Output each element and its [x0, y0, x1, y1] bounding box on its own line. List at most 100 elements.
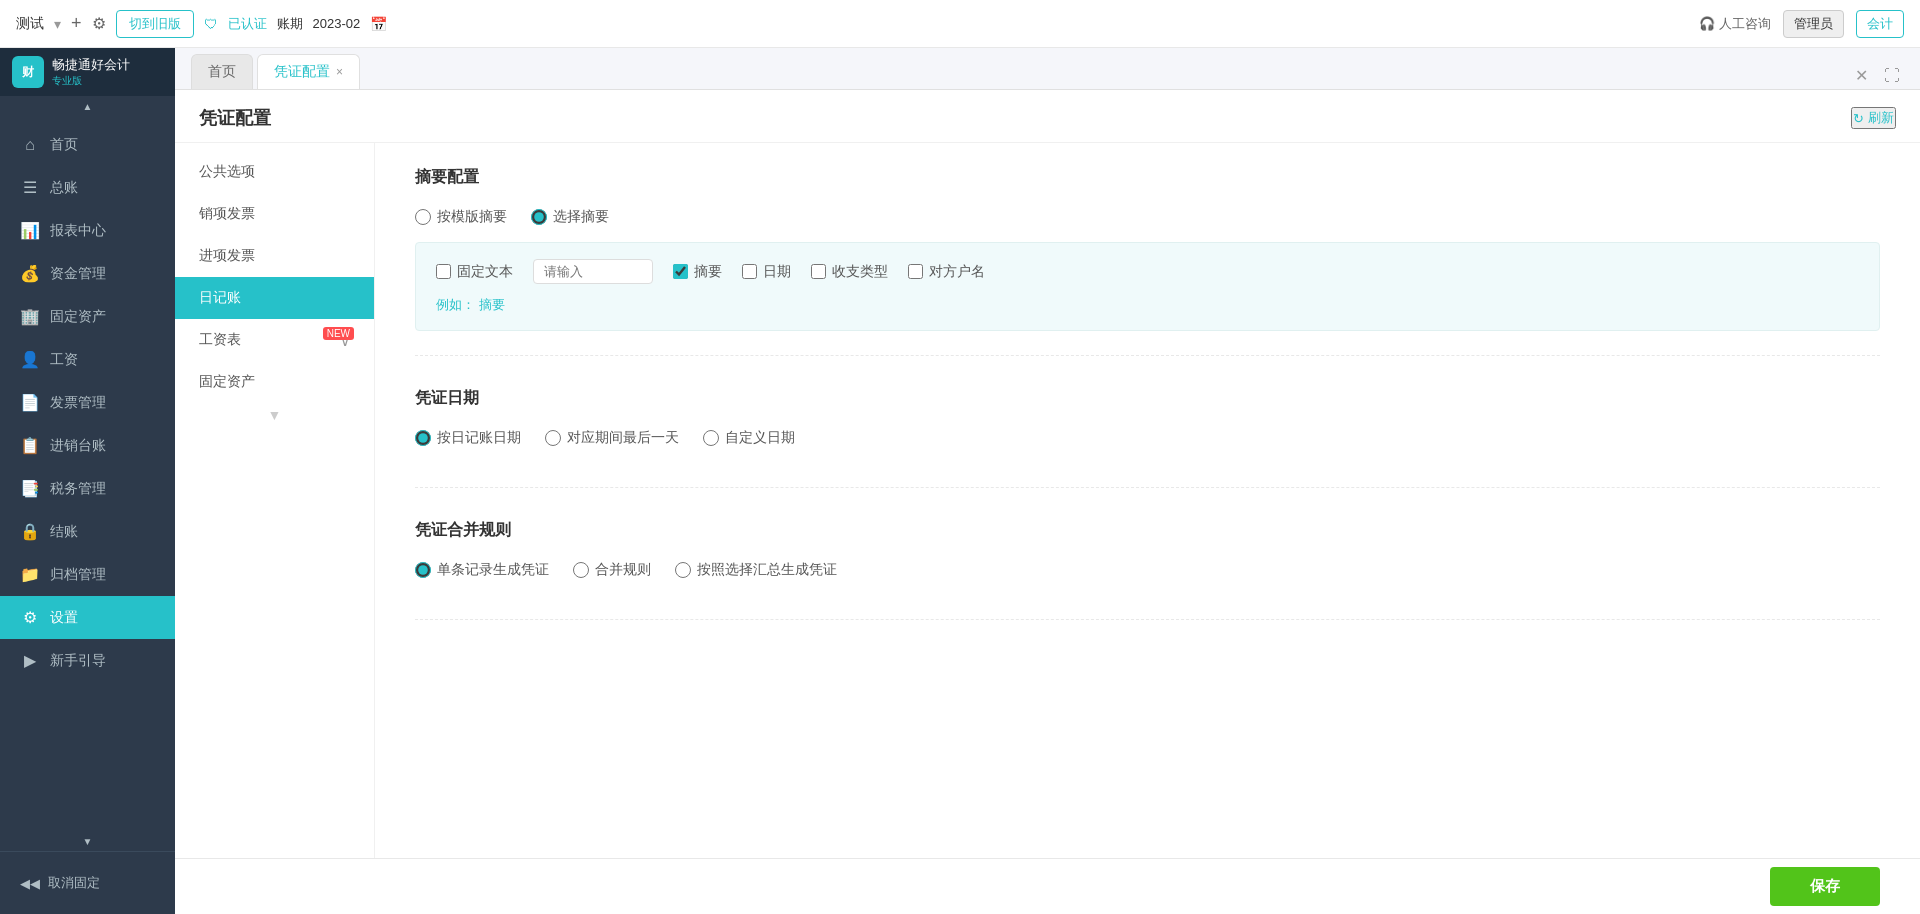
radio-custom-date[interactable]: 自定义日期: [703, 429, 795, 447]
salary-icon: 👤: [20, 350, 40, 369]
page-content: 凭证配置 ↻ 刷新 公共选项 销项发票 进项发票: [175, 90, 1920, 914]
sidebar-logo: 财 畅捷通好会计 专业版: [0, 48, 175, 96]
checkbox-summary[interactable]: 摘要: [673, 263, 722, 281]
menu-item-sales-invoice[interactable]: 销项发票: [175, 193, 374, 235]
radio-summary-generate[interactable]: 按照选择汇总生成凭证: [675, 561, 837, 579]
sidebar-item-capital[interactable]: 💰 资金管理: [0, 252, 175, 295]
unpin-icon: ◀◀: [20, 876, 40, 891]
gear-icon[interactable]: ⚙: [92, 14, 106, 33]
voucher-date-section: 凭证日期 按日记账日期 对应期间最后一天: [415, 388, 1880, 488]
checkbox-fixed-text[interactable]: 固定文本: [436, 263, 513, 281]
checkbox-counterparty[interactable]: 对方户名: [908, 263, 985, 281]
inner-layout: 公共选项 销项发票 进项发票 日记账 工资表 NEW: [175, 143, 1920, 858]
sidebar-bottom: ◀◀ 取消固定: [0, 851, 175, 914]
scroll-up-indicator[interactable]: ▲: [0, 96, 175, 116]
sidebar-item-salary[interactable]: 👤 工资: [0, 338, 175, 381]
sidebar-item-home[interactable]: ⌂ 首页: [0, 124, 175, 166]
scroll-down-indicator[interactable]: ▼: [0, 831, 175, 851]
menu-item-purchase-invoice[interactable]: 进项发票: [175, 235, 374, 277]
radio-single-input[interactable]: [415, 562, 431, 578]
merge-rules-radio-group: 单条记录生成凭证 合并规则 按照选择汇总生成凭证: [415, 561, 1880, 579]
add-button[interactable]: +: [71, 13, 82, 34]
radio-select-summary[interactable]: 选择摘要: [531, 208, 609, 226]
sidebar-item-invoice[interactable]: 📄 发票管理: [0, 381, 175, 424]
switch-old-button[interactable]: 切到旧版: [116, 10, 194, 38]
workspace-dropdown-icon[interactable]: ▾: [54, 16, 61, 32]
unpin-button[interactable]: ◀◀ 取消固定: [0, 864, 175, 902]
guide-icon: ▶: [20, 651, 40, 670]
accountant-button[interactable]: 会计: [1856, 10, 1904, 38]
summary-config-section: 摘要配置 按模版摘要 选择摘要: [415, 167, 1880, 356]
ledger-icon: ☰: [20, 178, 40, 197]
calendar-icon[interactable]: 📅: [370, 16, 387, 32]
voucher-date-title: 凭证日期: [415, 388, 1880, 409]
date-checkbox[interactable]: [742, 264, 757, 279]
radio-select-input[interactable]: [531, 209, 547, 225]
tab-bar: 首页 凭证配置 × ✕ ⛶: [175, 48, 1920, 90]
capital-icon: 💰: [20, 264, 40, 283]
tab-home[interactable]: 首页: [191, 54, 253, 89]
summary-checkbox[interactable]: [673, 264, 688, 279]
refresh-button[interactable]: ↻ 刷新: [1851, 107, 1896, 129]
logo-badge: 专业版: [52, 74, 130, 88]
sidebar-item-guide[interactable]: ▶ 新手引导: [0, 639, 175, 682]
merge-rules-title: 凭证合并规则: [415, 520, 1880, 541]
config-panel: 摘要配置 按模版摘要 选择摘要: [375, 143, 1920, 858]
radio-last-day[interactable]: 对应期间最后一天: [545, 429, 679, 447]
top-bar-right: 🎧 人工咨询 管理员 会计: [1699, 10, 1904, 38]
radio-last-day-input[interactable]: [545, 430, 561, 446]
menu-item-fixed-assets-config[interactable]: 固定资产: [175, 361, 374, 403]
period-value: 2023-02: [313, 16, 361, 31]
tax-icon: 📑: [20, 479, 40, 498]
save-button[interactable]: 保存: [1770, 867, 1880, 906]
tab-actions: ✕ ⛶: [1851, 62, 1904, 89]
page-title: 凭证配置: [199, 106, 271, 130]
sidebar-item-ledger[interactable]: ☰ 总账: [0, 166, 175, 209]
sidebar-item-settings[interactable]: ⚙ 设置: [0, 596, 175, 639]
radio-merge-input[interactable]: [573, 562, 589, 578]
sidebar-item-archive[interactable]: 📁 归档管理: [0, 553, 175, 596]
top-bar-left: 测试 ▾ + ⚙ 切到旧版 🛡 已认证 账期 2023-02 📅: [16, 10, 1687, 38]
shield-icon: 🛡: [204, 16, 218, 32]
left-menu: 公共选项 销项发票 进项发票 日记账 工资表 NEW: [175, 143, 375, 858]
menu-item-journal[interactable]: 日记账: [175, 277, 374, 319]
radio-template-input[interactable]: [415, 209, 431, 225]
sidebar: 财 畅捷通好会计 专业版 ▲ ⌂ 首页 ☰ 总账 📊 报表中心 💰: [0, 48, 175, 914]
radio-summary-input[interactable]: [675, 562, 691, 578]
menu-item-payroll[interactable]: 工资表 NEW ∨: [175, 319, 374, 361]
menu-scroll-down[interactable]: ▼: [175, 403, 374, 427]
building-icon: 🏢: [20, 307, 40, 326]
checkbox-date[interactable]: 日期: [742, 263, 791, 281]
new-badge: NEW: [323, 327, 354, 340]
fixed-text-input[interactable]: [533, 259, 653, 284]
logo-text: 畅捷通好会计: [52, 56, 130, 74]
radio-by-journal[interactable]: 按日记账日期: [415, 429, 521, 447]
sidebar-item-purchase-sales[interactable]: 📋 进销台账: [0, 424, 175, 467]
radio-custom-input[interactable]: [703, 430, 719, 446]
certified-badge: 已认证: [228, 15, 267, 33]
checkbox-income-type[interactable]: 收支类型: [811, 263, 888, 281]
tab-close-button[interactable]: ×: [336, 65, 343, 79]
summary-section-title: 摘要配置: [415, 167, 1880, 188]
purchase-sales-icon: 📋: [20, 436, 40, 455]
manager-button[interactable]: 管理员: [1783, 10, 1844, 38]
expand-window-button[interactable]: ⛶: [1880, 63, 1904, 89]
sidebar-item-fixed-assets[interactable]: 🏢 固定资产: [0, 295, 175, 338]
radio-by-journal-input[interactable]: [415, 430, 431, 446]
menu-item-public-options[interactable]: 公共选项: [175, 151, 374, 193]
close-window-button[interactable]: ✕: [1851, 62, 1872, 89]
sidebar-item-reports[interactable]: 📊 报表中心: [0, 209, 175, 252]
radio-template-summary[interactable]: 按模版摘要: [415, 208, 507, 226]
counterparty-checkbox[interactable]: [908, 264, 923, 279]
page-header: 凭证配置 ↻ 刷新: [175, 90, 1920, 143]
sidebar-item-tax[interactable]: 📑 税务管理: [0, 467, 175, 510]
sidebar-item-closing[interactable]: 🔒 结账: [0, 510, 175, 553]
merge-rules-section: 凭证合并规则 单条记录生成凭证 合并规则: [415, 520, 1880, 620]
fixed-text-checkbox[interactable]: [436, 264, 451, 279]
tab-voucher-config[interactable]: 凭证配置 ×: [257, 54, 360, 89]
consult-button[interactable]: 🎧 人工咨询: [1699, 15, 1771, 33]
radio-single-record[interactable]: 单条记录生成凭证: [415, 561, 549, 579]
income-type-checkbox[interactable]: [811, 264, 826, 279]
radio-merge-rules[interactable]: 合并规则: [573, 561, 651, 579]
archive-icon: 📁: [20, 565, 40, 584]
